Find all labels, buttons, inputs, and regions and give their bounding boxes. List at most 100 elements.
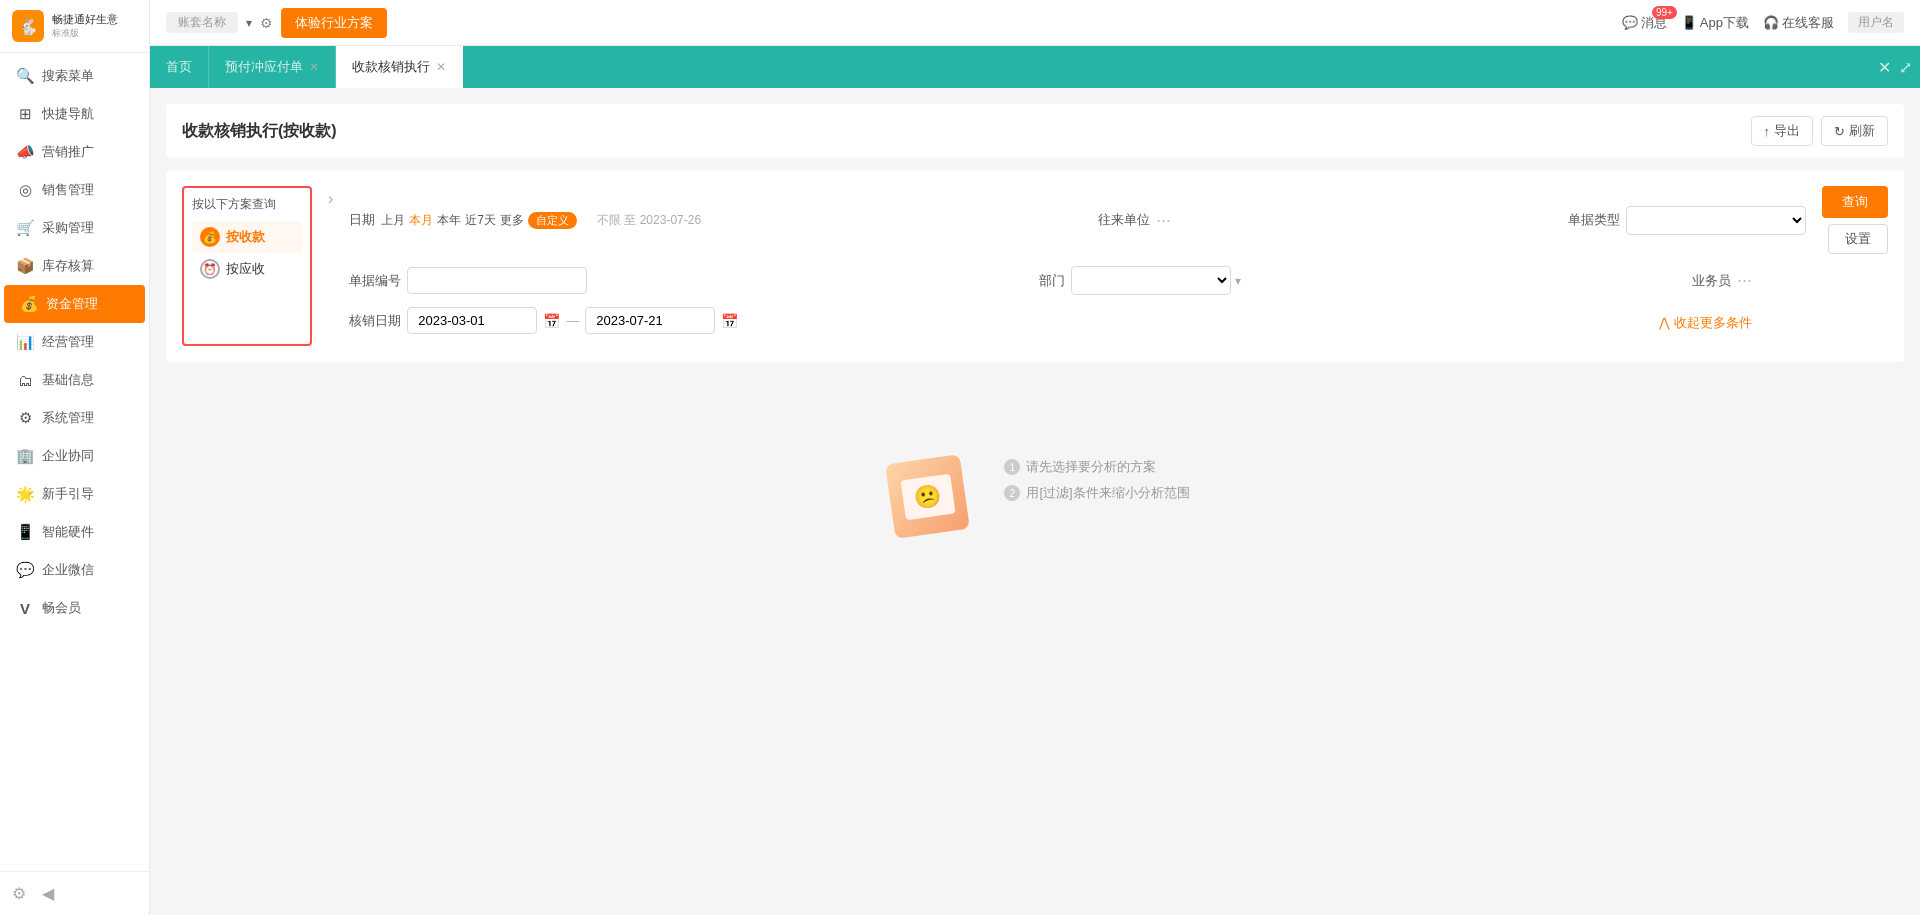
sidebar-label-guide: 新手引导 xyxy=(42,485,94,503)
date-more[interactable]: 更多 xyxy=(500,212,524,229)
sidebar-item-finance[interactable]: 💰 资金管理 xyxy=(4,285,145,323)
collapse-sidebar-icon[interactable]: ◀ xyxy=(38,880,58,907)
hardware-icon: 📱 xyxy=(16,523,34,541)
filter-form: 日期 上月 本月 本年 近7天 更多 自定义 不限 至 2023-07-26 xyxy=(349,186,1888,346)
sidebar-label-finance: 资金管理 xyxy=(46,295,98,313)
tab-close-window-icon[interactable]: ✕ xyxy=(1878,58,1891,77)
tab-prepay-label: 预付冲应付单 xyxy=(225,58,303,76)
tab-writeoff[interactable]: 收款核销执行 ✕ xyxy=(336,46,463,88)
empty-box-face: 😕 xyxy=(900,473,955,520)
counterparty-label: 往来单位 xyxy=(1098,211,1150,229)
search-icon: 🔍 xyxy=(16,67,34,85)
staff-dots: ··· xyxy=(1737,270,1752,291)
date-this-month[interactable]: 本月 xyxy=(409,212,433,229)
sidebar-item-basic[interactable]: 🗂 基础信息 xyxy=(0,361,149,399)
account-dropdown[interactable]: ▾ xyxy=(246,16,252,30)
calendar-end-icon[interactable]: 📅 xyxy=(721,313,738,329)
topbar-left: 账套名称 ▾ ⚙ 体验行业方案 xyxy=(166,8,1610,38)
home-icon: ⊞ xyxy=(16,105,34,123)
tab-prepay[interactable]: 预付冲应付单 ✕ xyxy=(209,46,336,88)
page-body: 收款核销执行(按收款) ↑ 导出 ↻ 刷新 按以下方案查询 💰 按收款 xyxy=(150,88,1920,915)
doc-type-select[interactable] xyxy=(1626,206,1806,235)
sidebar-label-sales: 销售管理 xyxy=(42,181,94,199)
service-button[interactable]: 🎧 在线客服 xyxy=(1763,14,1834,32)
tab-writeoff-close[interactable]: ✕ xyxy=(436,60,446,74)
app-download-button[interactable]: 📱 App下载 xyxy=(1681,14,1749,32)
doc-no-input[interactable] xyxy=(407,267,587,294)
receipt-option-icon: 💰 xyxy=(200,227,220,247)
sidebar-item-enterprise[interactable]: 🏢 企业协同 xyxy=(0,437,149,475)
filter-row-1: 日期 上月 本月 本年 近7天 更多 自定义 不限 至 2023-07-26 xyxy=(349,186,1888,254)
writeoff-date-start[interactable] xyxy=(407,307,537,334)
service-icon: 🎧 xyxy=(1763,15,1779,30)
sidebar-item-member[interactable]: V 畅会员 xyxy=(0,589,149,627)
hint-num-2: 2 xyxy=(1004,485,1020,501)
message-icon: 💬 xyxy=(1622,15,1638,30)
enterprise-icon: 🏢 xyxy=(16,447,34,465)
filter-by-receivable[interactable]: ⏰ 按应收 xyxy=(192,253,302,285)
dept-select[interactable] xyxy=(1071,266,1231,295)
marketing-icon: 📣 xyxy=(16,143,34,161)
filter-collapse-icon[interactable]: › xyxy=(324,186,337,346)
tab-prepay-close[interactable]: ✕ xyxy=(309,60,319,74)
writeoff-date-label: 核销日期 xyxy=(349,312,401,330)
topbar: 账套名称 ▾ ⚙ 体验行业方案 💬 消息 99+ 📱 App下载 🎧 在线客服 … xyxy=(150,0,1920,46)
solution-button[interactable]: 体验行业方案 xyxy=(281,8,387,38)
sidebar-item-sales[interactable]: ◎ 销售管理 xyxy=(0,171,149,209)
query-button[interactable]: 查询 xyxy=(1822,186,1888,218)
writeoff-date-field: 核销日期 📅 — 📅 xyxy=(349,307,738,334)
sidebar-item-marketing[interactable]: 📣 营销推广 xyxy=(0,133,149,171)
sidebar-item-hardware[interactable]: 📱 智能硬件 xyxy=(0,513,149,551)
sidebar-item-quick-nav[interactable]: ⊞ 快捷导航 xyxy=(0,95,149,133)
date-7days[interactable]: 近7天 xyxy=(465,212,496,229)
tabbar-actions: ✕ ⤢ xyxy=(1870,58,1920,77)
filter-by-receipt[interactable]: 💰 按收款 xyxy=(192,221,302,253)
topbar-right: 💬 消息 99+ 📱 App下载 🎧 在线客服 用户名 xyxy=(1622,12,1904,33)
page-title: 收款核销执行(按收款) xyxy=(182,121,337,142)
sidebar: 🐇 畅捷通好生意 标准版 🔍 搜索菜单 ⊞ 快捷导航 📣 营销推广 ◎ 销售管理… xyxy=(0,0,150,915)
tab-writeoff-label: 收款核销执行 xyxy=(352,58,430,76)
date-custom-badge[interactable]: 自定义 xyxy=(528,212,577,229)
collapse-more-button[interactable]: ⋀ 收起更多条件 xyxy=(1659,314,1752,332)
sidebar-item-wechat[interactable]: 💬 企业微信 xyxy=(0,551,149,589)
refresh-button[interactable]: ↻ 刷新 xyxy=(1821,116,1888,146)
sidebar-label-system: 系统管理 xyxy=(42,409,94,427)
writeoff-date-range: 📅 — 📅 xyxy=(407,307,738,334)
tab-home-label: 首页 xyxy=(166,58,192,76)
message-button[interactable]: 💬 消息 99+ xyxy=(1622,14,1667,32)
sidebar-item-inventory[interactable]: 📦 库存核算 xyxy=(0,247,149,285)
settings-button[interactable]: 设置 xyxy=(1828,224,1888,254)
settings-bottom-icon[interactable]: ⚙ xyxy=(8,880,30,907)
staff-label: 业务员 xyxy=(1692,272,1731,290)
sidebar-label-enterprise: 企业协同 xyxy=(42,447,94,465)
calendar-start-icon[interactable]: 📅 xyxy=(543,313,560,329)
tab-expand-icon[interactable]: ⤢ xyxy=(1899,58,1912,77)
sidebar-bottom: ⚙ ◀ xyxy=(0,871,149,915)
page-header: 收款核销执行(按收款) ↑ 导出 ↻ 刷新 xyxy=(166,104,1904,158)
sidebar-label-member: 畅会员 xyxy=(42,599,81,617)
filter-actions: 查询 设置 xyxy=(1822,186,1888,254)
sidebar-item-guide[interactable]: 🌟 新手引导 xyxy=(0,475,149,513)
main-content: 账套名称 ▾ ⚙ 体验行业方案 💬 消息 99+ 📱 App下载 🎧 在线客服 … xyxy=(150,0,1920,915)
export-button[interactable]: ↑ 导出 xyxy=(1751,116,1814,146)
settings-icon[interactable]: ⚙ xyxy=(260,15,273,31)
date-field: 日期 上月 本月 本年 近7天 更多 自定义 xyxy=(349,211,577,229)
date-last-month[interactable]: 上月 xyxy=(381,212,405,229)
writeoff-date-end[interactable] xyxy=(585,307,715,334)
sidebar-item-system[interactable]: ⚙ 系统管理 xyxy=(0,399,149,437)
message-badge: 99+ xyxy=(1652,6,1677,19)
sidebar-item-operations[interactable]: 📊 经营管理 xyxy=(0,323,149,361)
filter-row-3: 核销日期 📅 — 📅 ⋀ 收起更多条件 xyxy=(349,307,1888,334)
operations-icon: 📊 xyxy=(16,333,34,351)
receipt-option-label: 按收款 xyxy=(226,228,265,246)
empty-box: 😕 xyxy=(886,454,971,539)
sidebar-item-purchase[interactable]: 🛒 采购管理 xyxy=(0,209,149,247)
sidebar-item-search[interactable]: 🔍 搜索菜单 xyxy=(0,57,149,95)
sidebar-label-basic: 基础信息 xyxy=(42,371,94,389)
logo: 🐇 畅捷通好生意 标准版 xyxy=(0,0,149,53)
tab-home[interactable]: 首页 xyxy=(150,46,209,88)
date-this-year[interactable]: 本年 xyxy=(437,212,461,229)
filter-panel: 按以下方案查询 💰 按收款 ⏰ 按应收 › 日期 上月 xyxy=(166,170,1904,362)
basic-icon: 🗂 xyxy=(16,372,34,389)
empty-state: 😕 1 请先选择要分析的方案 2 用[过滤]条件来缩小分析范围 xyxy=(166,374,1904,594)
